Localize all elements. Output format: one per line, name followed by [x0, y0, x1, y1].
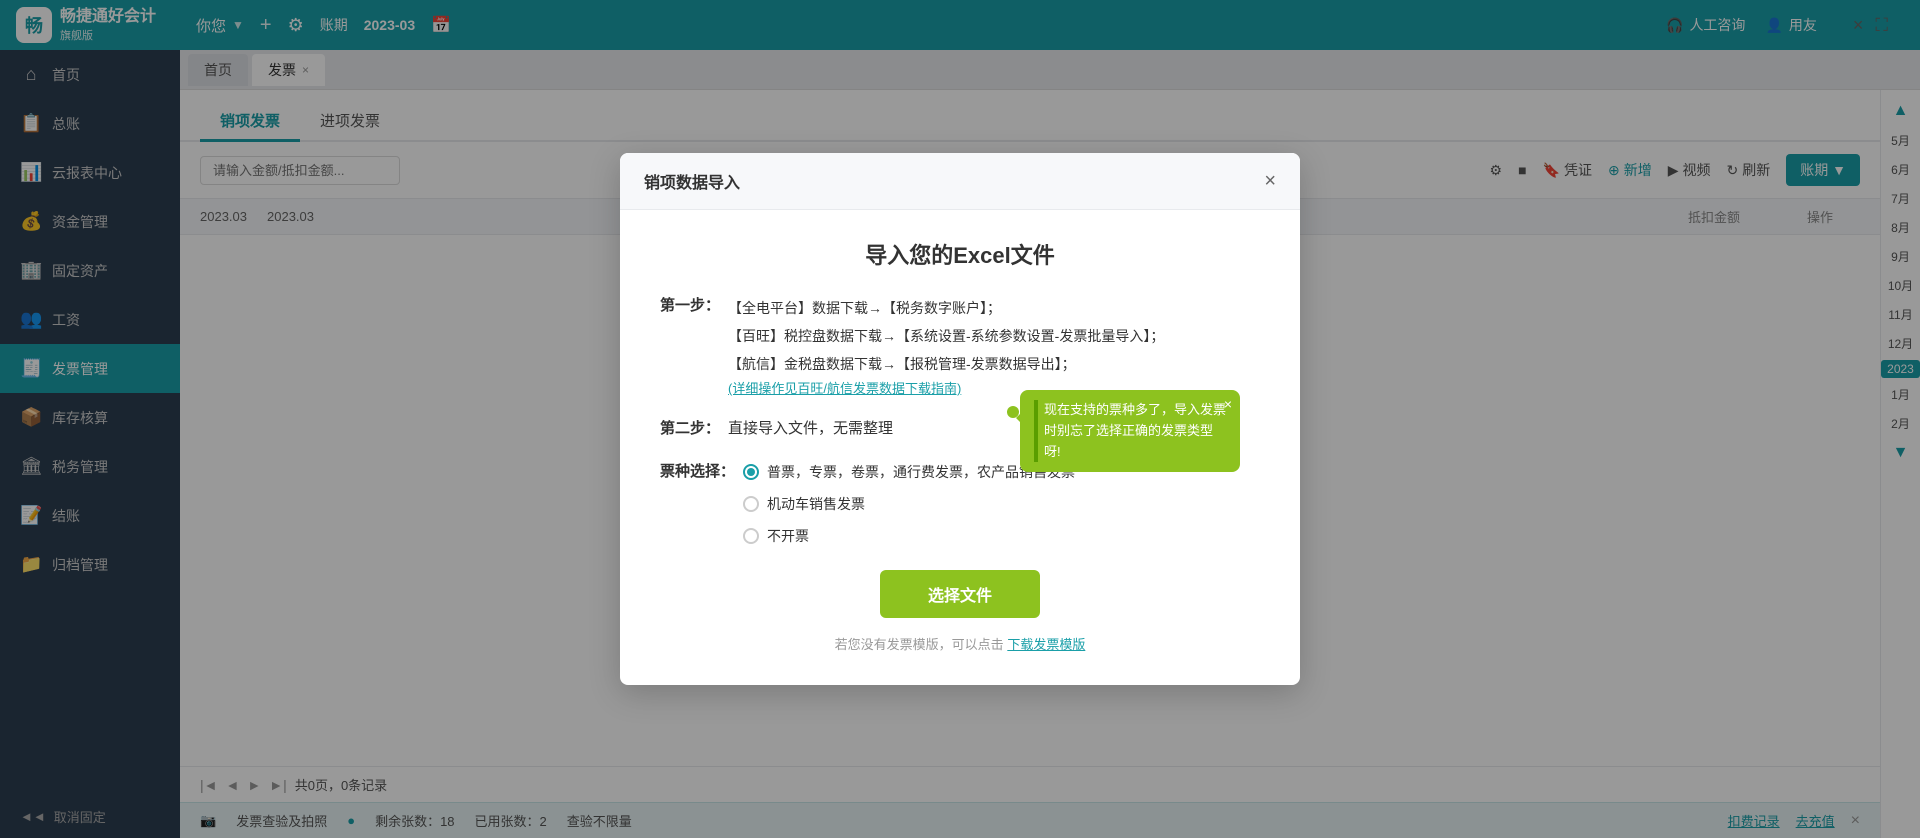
tooltip-text: 现在支持的票种多了，导入发票时别忘了选择正确的发票类型呀!	[1034, 400, 1226, 462]
radio-vehicle-invoice[interactable]: 机动车销售发票	[743, 494, 1075, 514]
radio-vehicle-label: 机动车销售发票	[767, 494, 865, 514]
tooltip-close-button[interactable]: ×	[1224, 396, 1232, 412]
radio-no-invoice[interactable]: 不开票	[743, 526, 1075, 546]
step1-line1: 【全电平台】数据下载→【税务数字账户】；	[728, 294, 1164, 322]
ticket-type-label: 票种选择：	[660, 458, 735, 481]
radio-group: 普票，专票，卷票，通行费发票，农产品销售发票 机动车销售发票 不开票	[743, 462, 1075, 546]
modal-close-button[interactable]: ×	[1264, 170, 1276, 193]
select-file-button[interactable]: 选择文件	[880, 570, 1040, 618]
modal-title: 销项数据导入	[644, 169, 740, 193]
radio-vehicle-circle	[743, 496, 759, 512]
radio-no-circle	[743, 528, 759, 544]
tooltip-dot	[1007, 406, 1019, 418]
step1-content: 【全电平台】数据下载→【税务数字账户】； 【百旺】税控盘数据下载→【系统设置-系…	[728, 294, 1164, 397]
modal-footer: 若您没有发票模版，可以点击 下载发票模版	[660, 634, 1260, 653]
step1: 第一步： 【全电平台】数据下载→【税务数字账户】； 【百旺】税控盘数据下载→【系…	[660, 294, 1260, 397]
download-template-link[interactable]: 下载发票模版	[1007, 637, 1085, 652]
modal-header: 销项数据导入 ×	[620, 153, 1300, 210]
step1-line3: 【航信】金税盘数据下载→【报税管理-发票数据导出】；	[728, 350, 1164, 378]
modal-main-title: 导入您的Excel文件	[660, 238, 1260, 270]
step1-row: 第一步： 【全电平台】数据下载→【税务数字账户】； 【百旺】税控盘数据下载→【系…	[660, 294, 1260, 397]
tooltip-bubble: × 现在支持的票种多了，导入发票时别忘了选择正确的发票类型呀!	[1020, 390, 1240, 472]
modal-overlay: 销项数据导入 × 导入您的Excel文件 第一步： 【全电平台】数据下载→【税务…	[0, 0, 1920, 838]
step1-label: 第一步：	[660, 294, 720, 397]
radio-no-label: 不开票	[767, 526, 809, 546]
step2-content: 直接导入文件，无需整理	[728, 417, 893, 438]
footer-text: 若您没有发票模版，可以点击	[835, 637, 1004, 652]
radio-normal-circle	[743, 464, 759, 480]
step2-label: 第二步：	[660, 417, 720, 438]
step1-line2: 【百旺】税控盘数据下载→【系统设置-系统参数设置-发票批量导入】；	[728, 322, 1164, 350]
